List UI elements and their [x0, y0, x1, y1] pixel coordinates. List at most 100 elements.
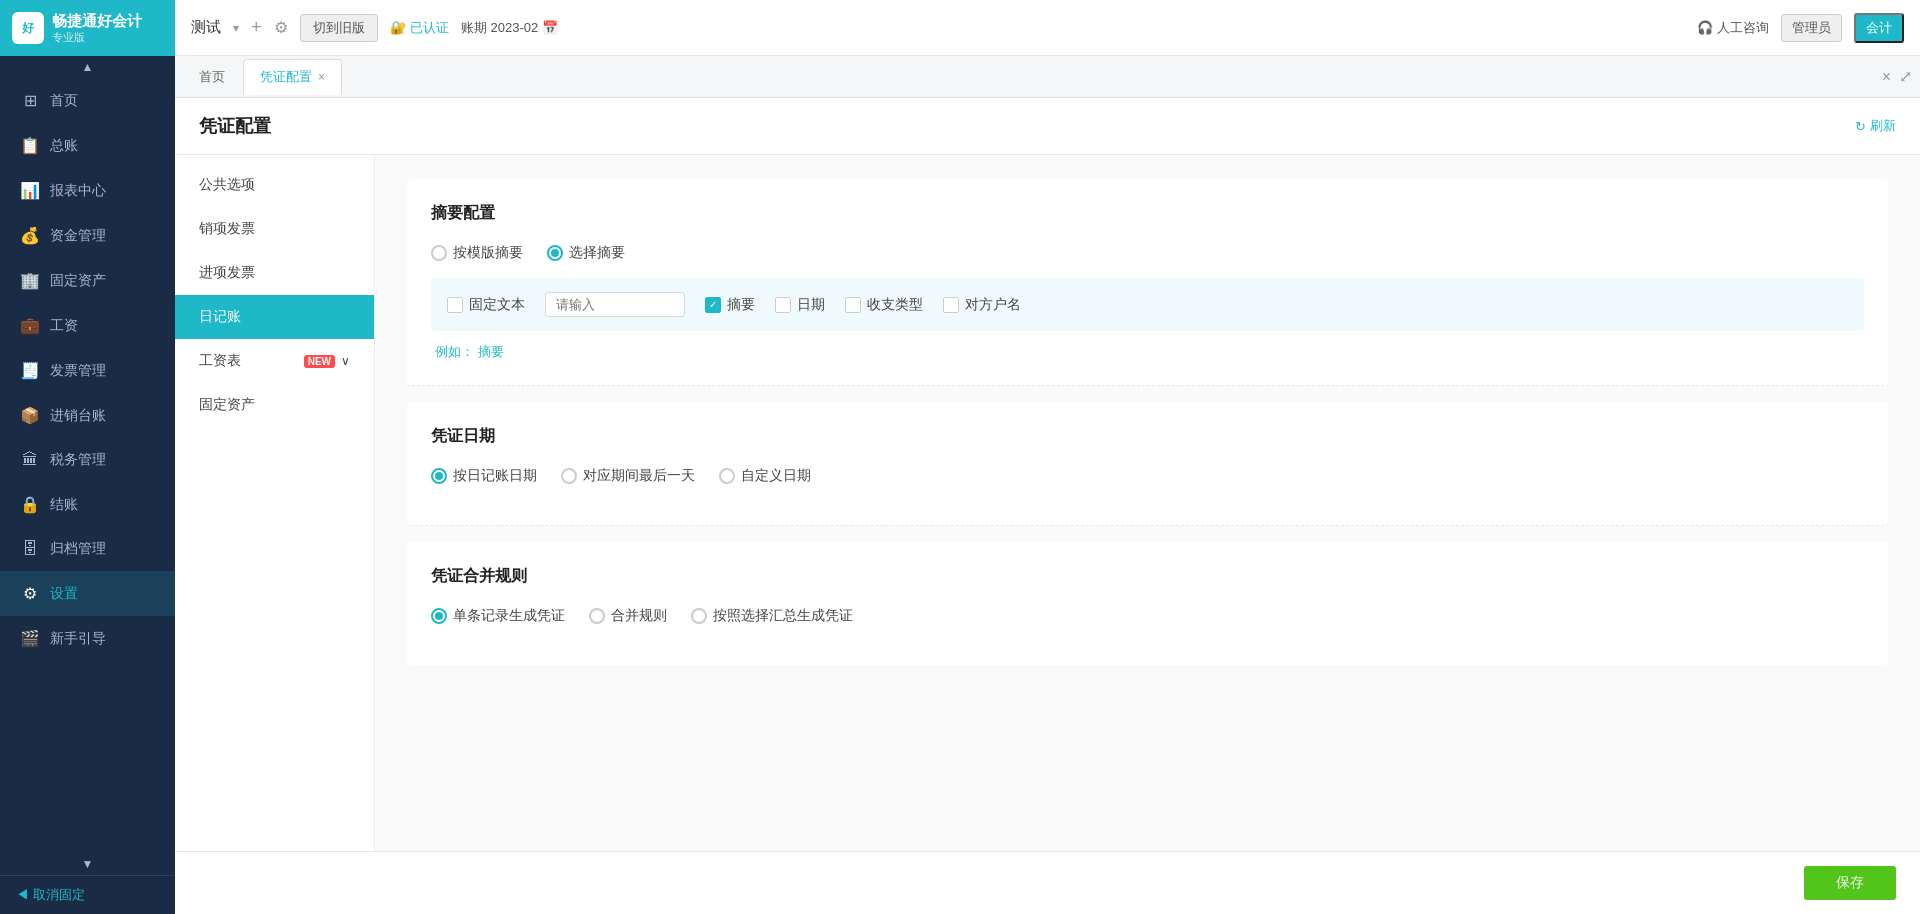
sidebar-label-home: 首页: [50, 92, 78, 110]
merge-rule-radio[interactable]: 合并规则: [589, 607, 667, 625]
sidebar-label-close: 结账: [50, 496, 78, 514]
by-selection-radio[interactable]: 按照选择汇总生成凭证: [691, 607, 853, 625]
summary-box[interactable]: ✓: [705, 297, 721, 313]
calendar-icon[interactable]: 📅: [542, 20, 558, 35]
payroll-chevron: ∨: [341, 354, 350, 368]
sidebar-item-report[interactable]: 📊 报表中心: [0, 168, 175, 213]
logo-subtitle: 专业版: [52, 30, 142, 45]
save-button[interactable]: 保存: [1804, 866, 1896, 900]
sidebar-item-close[interactable]: 🔒 结账: [0, 482, 175, 527]
sidebar-item-tax[interactable]: 🏛 税务管理: [0, 438, 175, 482]
content-header: 凭证配置 ↻ 刷新: [175, 98, 1920, 155]
verified-status: 🔐 已认证: [390, 19, 449, 37]
journal-date-radio[interactable]: 按日记账日期: [431, 467, 537, 485]
nav-fixed-assets[interactable]: 固定资产: [175, 383, 374, 427]
merge-rule-circle[interactable]: [589, 608, 605, 624]
refresh-label: 刷新: [1870, 117, 1896, 135]
sidebar-item-home[interactable]: ⊞ 首页: [0, 78, 175, 123]
close-books-icon: 🔒: [20, 495, 40, 514]
trade-icon: 📦: [20, 406, 40, 425]
fixed-text-box[interactable]: [447, 297, 463, 313]
company-dropdown-icon[interactable]: ▾: [233, 21, 239, 35]
single-record-circle[interactable]: [431, 608, 447, 624]
fullscreen-btn[interactable]: ⤢: [1899, 67, 1912, 86]
sidebar-item-trade[interactable]: 📦 进销台账: [0, 393, 175, 438]
example-value: 摘要: [478, 344, 504, 359]
tabs-bar: 首页 凭证配置 × × ⤢: [175, 56, 1920, 98]
add-company-icon[interactable]: +: [251, 17, 262, 38]
fixed-text-input[interactable]: [545, 292, 685, 317]
main-area: 测试 ▾ + ⚙ 切到旧版 🔐 已认证 账期 2023-02 📅 🎧 人工咨询 …: [175, 0, 1920, 914]
single-record-radio[interactable]: 单条记录生成凭证: [431, 607, 565, 625]
date-section-title: 凭证日期: [431, 426, 1864, 447]
example-text: 例如： 摘要: [431, 343, 1864, 361]
nav-journal[interactable]: 日记账: [175, 295, 374, 339]
sidebar-label-report: 报表中心: [50, 182, 106, 200]
date-section: 凭证日期 按日记账日期 对应期间最后一天 自定义日期: [407, 402, 1888, 526]
fund-icon: 💰: [20, 226, 40, 245]
guide-icon: 🎬: [20, 629, 40, 648]
select-radio-label: 选择摘要: [569, 244, 625, 262]
sidebar-item-guide[interactable]: 🎬 新手引导: [0, 616, 175, 661]
custom-date-circle[interactable]: [719, 468, 735, 484]
sidebar-item-settings[interactable]: ⚙ 设置: [0, 571, 175, 616]
sidebar-label-tax: 税务管理: [50, 451, 106, 469]
page-content: 凭证配置 ↻ 刷新 公共选项 销项发票 进项发票 日记账: [175, 98, 1920, 914]
home-icon: ⊞: [20, 91, 40, 110]
left-nav: 公共选项 销项发票 进项发票 日记账 工资表 NEW ∨: [175, 155, 375, 851]
headset-icon: 🎧: [1697, 20, 1713, 35]
date-box[interactable]: [775, 297, 791, 313]
income-type-checkbox[interactable]: 收支类型: [845, 296, 923, 314]
refresh-btn[interactable]: ↻ 刷新: [1855, 117, 1896, 151]
sidebar-scroll-up[interactable]: ▲: [0, 56, 175, 78]
income-type-box[interactable]: [845, 297, 861, 313]
sidebar-item-archive[interactable]: 🗄 归档管理: [0, 527, 175, 571]
sidebar-item-invoice[interactable]: 🧾 发票管理: [0, 348, 175, 393]
tab-voucher-config[interactable]: 凭证配置 ×: [243, 59, 342, 95]
tab-close-icon[interactable]: ×: [318, 70, 325, 84]
sidebar-label-guide: 新手引导: [50, 630, 106, 648]
summary-radio-select[interactable]: 选择摘要: [547, 244, 625, 262]
cancel-fixed-btn[interactable]: ◀ 取消固定: [0, 875, 175, 914]
switch-old-version-btn[interactable]: 切到旧版: [300, 14, 378, 42]
fixed-text-checkbox[interactable]: 固定文本: [447, 296, 525, 314]
service-btn[interactable]: 🎧 人工咨询: [1697, 19, 1769, 37]
assets-icon: 🏢: [20, 271, 40, 290]
nav-purchase[interactable]: 进项发票: [175, 251, 374, 295]
topbar-settings-icon[interactable]: ⚙: [274, 18, 288, 37]
period-value: 2023-02: [491, 20, 539, 35]
merge-rule-label: 合并规则: [611, 607, 667, 625]
nav-payroll[interactable]: 工资表 NEW ∨: [175, 339, 374, 383]
tax-icon: 🏛: [20, 451, 40, 469]
summary-checkbox[interactable]: ✓ 摘要: [705, 296, 755, 314]
sidebar-item-fund[interactable]: 💰 资金管理: [0, 213, 175, 258]
period-last-radio[interactable]: 对应期间最后一天: [561, 467, 695, 485]
report-icon: 📊: [20, 181, 40, 200]
journal-date-label: 按日记账日期: [453, 467, 537, 485]
journal-date-circle[interactable]: [431, 468, 447, 484]
template-radio-circle[interactable]: [431, 245, 447, 261]
summary-radio-group: 按模版摘要 选择摘要: [431, 244, 1864, 262]
sidebar-scroll-down[interactable]: ▼: [0, 853, 175, 875]
nav-journal-label: 日记账: [199, 308, 241, 326]
counterpart-checkbox[interactable]: 对方户名: [943, 296, 1021, 314]
nav-public[interactable]: 公共选项: [175, 163, 374, 207]
sidebar-item-salary[interactable]: 💼 工资: [0, 303, 175, 348]
summary-radio-template[interactable]: 按模版摘要: [431, 244, 523, 262]
counterpart-box[interactable]: [943, 297, 959, 313]
service-label: 人工咨询: [1717, 19, 1769, 37]
new-badge: NEW: [304, 355, 335, 368]
window-close-btn[interactable]: ×: [1882, 68, 1891, 86]
select-radio-circle[interactable]: [547, 245, 563, 261]
tab-home[interactable]: 首页: [183, 60, 241, 94]
custom-date-radio[interactable]: 自定义日期: [719, 467, 811, 485]
period-last-circle[interactable]: [561, 468, 577, 484]
sidebar-item-assets[interactable]: 🏢 固定资产: [0, 258, 175, 303]
admin-btn[interactable]: 管理员: [1781, 14, 1842, 42]
nav-sales[interactable]: 销项发票: [175, 207, 374, 251]
date-checkbox[interactable]: 日期: [775, 296, 825, 314]
sidebar-item-ledger[interactable]: 📋 总账: [0, 123, 175, 168]
by-selection-circle[interactable]: [691, 608, 707, 624]
refresh-icon: ↻: [1855, 119, 1866, 134]
accountant-btn[interactable]: 会计: [1854, 13, 1904, 43]
